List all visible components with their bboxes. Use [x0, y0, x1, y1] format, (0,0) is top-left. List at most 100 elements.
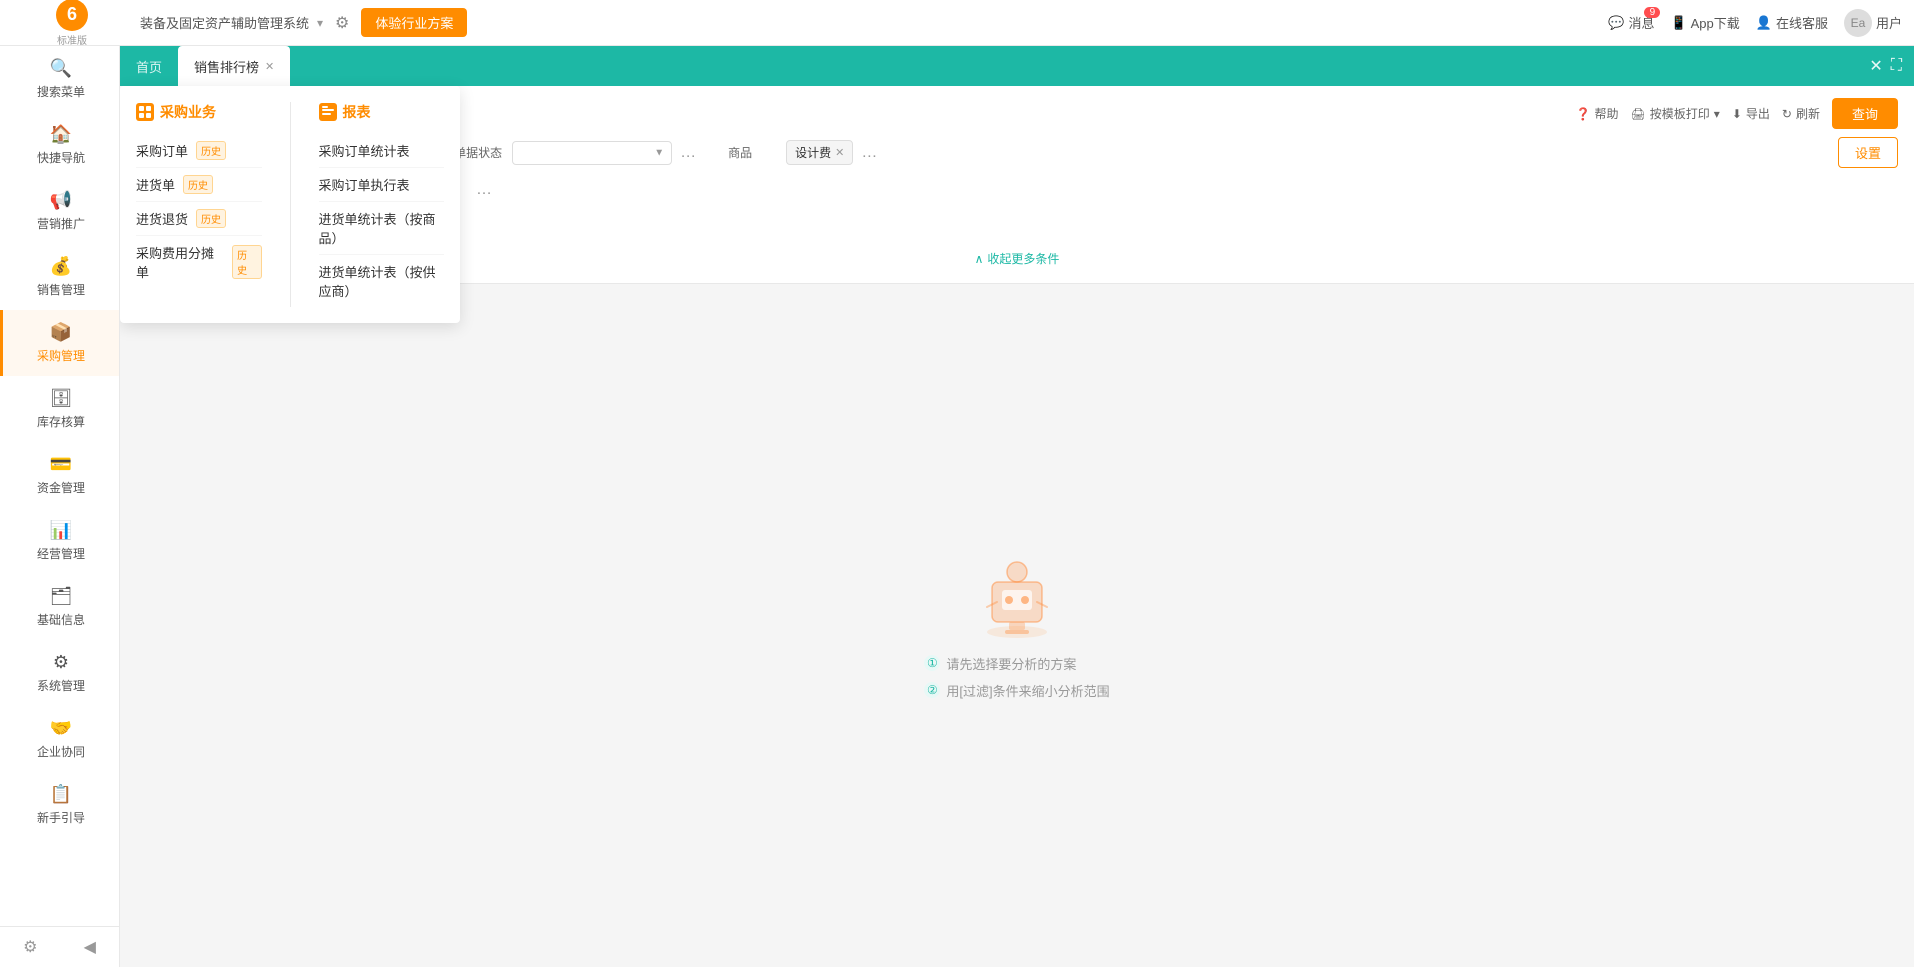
top-header: 6 标准版 装备及固定资产辅助管理系统 ▾ ⚙ 体验行业方案 💬 消息 9 📱 … [0, 0, 1914, 46]
dropdown-goods-receipt-stat-supplier-label: 进货单统计表（按供应商） [319, 262, 445, 300]
sidebar-item-search[interactable]: 🔍 搜索菜单 [0, 46, 119, 112]
document-status-filter: 单据状态 … [454, 141, 696, 165]
empty-text-block: ① 请先选择要分析的方案 ② 用[过滤]条件来缩小分析范围 [924, 654, 1109, 700]
dropdown-goods-receipt-label: 进货单 [136, 175, 175, 194]
dropdown-goods-receipt-stat-product[interactable]: 进货单统计表（按商品） [319, 202, 445, 255]
sidebar-item-basic-info[interactable]: 🗂 基础信息 [0, 574, 119, 640]
tab-sales-ranking-close[interactable]: ✕ [265, 60, 274, 73]
purchase-col-title-text: 采购业务 [160, 102, 216, 122]
sidebar-item-quick-nav[interactable]: 🏠 快捷导航 [0, 112, 119, 178]
user-btn[interactable]: Ea 用户 [1844, 9, 1902, 37]
dropdown-goods-receipt-stat-product-label: 进货单统计表（按商品） [319, 209, 445, 247]
logo-tag: 标准版 [57, 32, 87, 47]
dropdown-goods-receipt-stat-supplier[interactable]: 进货单统计表（按供应商） [319, 255, 445, 307]
app-download-label: App下载 [1691, 13, 1740, 32]
business-icon: 📊 [50, 520, 72, 541]
product-tag-close[interactable]: ✕ [835, 146, 844, 159]
product-tag: 设计费 ✕ [786, 140, 853, 165]
empty-text-line2-content: 用[过滤]条件来缩小分析范围 [946, 681, 1109, 700]
salesperson-dots[interactable]: … [476, 181, 492, 199]
document-status-dots[interactable]: … [680, 144, 696, 162]
product-filter: 商品 设计费 ✕ … [728, 140, 877, 165]
sidebar-collapse-btn[interactable]: ◀ [84, 937, 96, 957]
sidebar-label-basic-info: 基础信息 [37, 611, 85, 628]
dropdown-purchase-return-label: 进货退货 [136, 209, 188, 228]
sidebar-item-cooperation[interactable]: 🤝 企业协同 [0, 706, 119, 772]
dropdown-purchase-order-exec[interactable]: 采购订单执行表 [319, 168, 445, 202]
export-btn[interactable]: ⬇ 导出 [1732, 105, 1770, 122]
sidebar-label-cooperation: 企业协同 [37, 743, 85, 760]
refresh-btn[interactable]: ↻ 刷新 [1782, 105, 1820, 122]
industry-btn[interactable]: 体验行业方案 [361, 8, 467, 37]
sidebar-label-inventory: 库存核算 [37, 413, 85, 430]
print-btn[interactable]: 🖨 按模板打印 ▾ [1631, 105, 1720, 122]
app-download-btn[interactable]: 📱 App下载 [1670, 13, 1739, 32]
online-service-btn[interactable]: 👤 在线客服 [1756, 13, 1828, 32]
purchase-col-title: 采购业务 [136, 102, 262, 122]
sidebar-item-inventory[interactable]: 🗄 库存核算 [0, 376, 119, 442]
report-col-title-text: 报表 [343, 102, 371, 122]
dropdown-purchase-cost[interactable]: 采购费用分摊单 历史 [136, 236, 262, 288]
dropdown-purchase-order-stat[interactable]: 采购订单统计表 [319, 134, 445, 168]
dropdown-divider [290, 102, 291, 307]
app-logo[interactable]: 6 [56, 0, 88, 31]
dropdown-purchase-return[interactable]: 进货退货 历史 [136, 202, 262, 236]
refresh-icon: ↻ [1782, 107, 1792, 121]
collapse-label: 收起更多条件 [987, 250, 1059, 267]
empty-text-line1-content: 请先选择要分析的方案 [946, 654, 1076, 673]
dropdown-purchase-order[interactable]: 采购订单 历史 [136, 134, 262, 168]
tab-bar: 首页 销售排行榜 ✕ ✕ ⛶ 采购业务 [120, 46, 1914, 86]
sidebar-item-sales[interactable]: 💰 销售管理 [0, 244, 119, 310]
settings-btn[interactable]: 设置 [1838, 137, 1898, 168]
export-label: 导出 [1746, 105, 1770, 122]
dropdown-purchase-cost-label: 采购费用分摊单 [136, 243, 224, 281]
tab-home[interactable]: 首页 [120, 46, 178, 86]
sales-icon: 💰 [50, 256, 72, 277]
sidebar-label-finance: 资金管理 [37, 479, 85, 496]
sidebar-item-guide[interactable]: 📋 新手引导 [0, 772, 119, 838]
purchase-dropdown-menu: 采购业务 采购订单 历史 进货单 历史 进货退货 历史 [120, 86, 460, 323]
sidebar-item-finance[interactable]: 💳 资金管理 [0, 442, 119, 508]
user-label: 用户 [1876, 13, 1902, 32]
basic-info-icon: 🗂 [50, 586, 73, 607]
dropdown-purchase-order-exec-label: 采购订单执行表 [319, 175, 410, 194]
sidebar-label-system: 系统管理 [37, 677, 85, 694]
sidebar-settings-btn[interactable]: ⚙ [23, 937, 37, 957]
sidebar-bottom: ⚙ ◀ [0, 926, 119, 967]
print-label: 按模板打印 [1650, 105, 1710, 122]
document-status-select[interactable] [512, 141, 672, 165]
header-settings-icon[interactable]: ⚙ [335, 13, 349, 33]
message-btn[interactable]: 💬 消息 9 [1608, 13, 1654, 32]
title-arrow-icon[interactable]: ▾ [317, 16, 323, 30]
refresh-label: 刷新 [1796, 105, 1820, 122]
help-btn[interactable]: ❓ 帮助 [1576, 105, 1619, 122]
user-avatar: Ea [1844, 9, 1872, 37]
dropdown-purchase-order-label: 采购订单 [136, 141, 188, 160]
marketing-icon: 📢 [50, 190, 72, 211]
empty-state: ① 请先选择要分析的方案 ② 用[过滤]条件来缩小分析范围 [120, 284, 1914, 967]
sidebar-label-quick-nav: 快捷导航 [37, 149, 85, 166]
tab-sales-ranking[interactable]: 销售排行榜 ✕ [178, 46, 290, 86]
sidebar-item-purchase[interactable]: 📦 采购管理 [0, 310, 119, 376]
query-btn[interactable]: 查询 [1832, 98, 1898, 129]
dropdown-goods-receipt[interactable]: 进货单 历史 [136, 168, 262, 202]
empty-text-line2: ② 用[过滤]条件来缩小分析范围 [924, 681, 1109, 700]
home-icon: 🏠 [50, 124, 72, 145]
product-dots[interactable]: … [861, 144, 877, 162]
sidebar-item-marketing[interactable]: 📢 营销推广 [0, 178, 119, 244]
tab-expand-icon[interactable]: ⛶ [1891, 57, 1902, 75]
purchase-order-history-badge: 历史 [196, 141, 226, 160]
message-icon: 💬 [1608, 15, 1624, 31]
help-label: 帮助 [1595, 105, 1619, 122]
print-arrow-icon: ▾ [1714, 107, 1720, 121]
sidebar-label-search: 搜索菜单 [37, 83, 85, 100]
tab-close-icon[interactable]: ✕ [1869, 56, 1882, 76]
sidebar-item-business[interactable]: 📊 经营管理 [0, 508, 119, 574]
purchase-icon: 📦 [50, 322, 72, 343]
empty-step1: ① [924, 655, 940, 671]
sidebar-label-sales: 销售管理 [37, 281, 85, 298]
goods-receipt-history-badge: 历史 [183, 175, 213, 194]
report-col-title: 报表 [319, 102, 445, 122]
product-tag-text: 设计费 [795, 144, 831, 161]
sidebar-item-system[interactable]: ⚙ 系统管理 [0, 640, 119, 706]
